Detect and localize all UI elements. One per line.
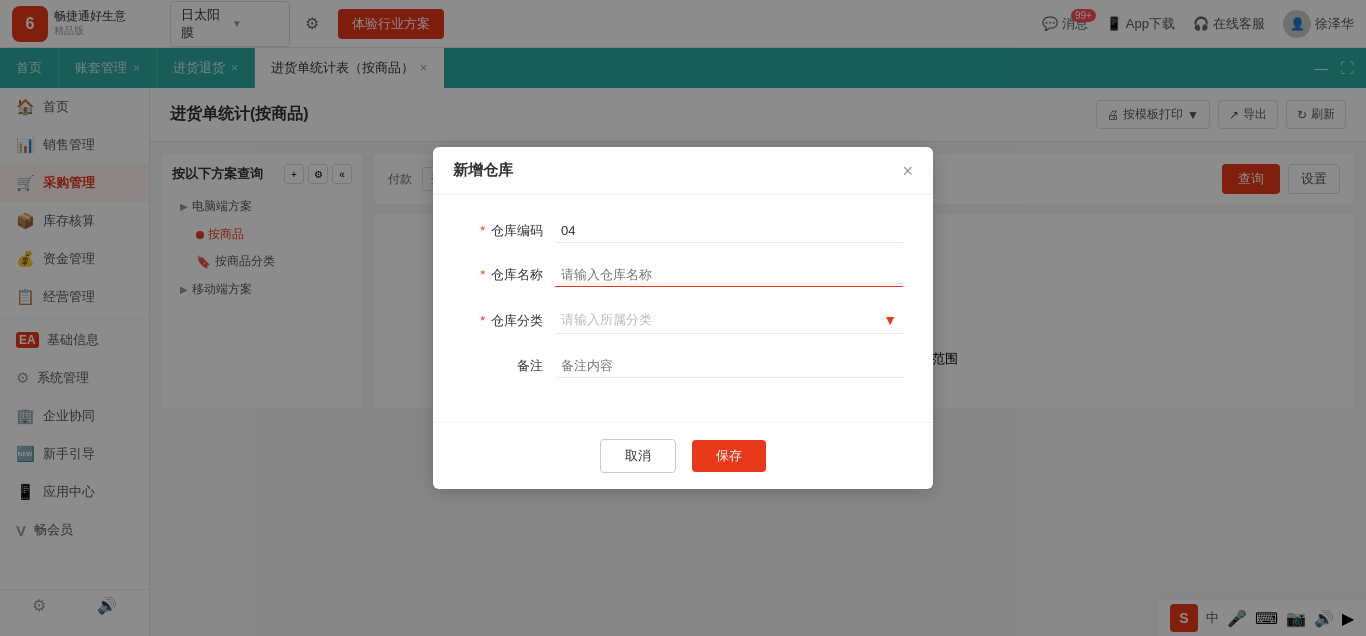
remark-input[interactable]	[555, 354, 903, 378]
modal-overlay[interactable]: 新增仓库 × * 仓库编码 * 仓库名称	[0, 0, 1366, 636]
category-select[interactable]: 请输入所属分类 ▼	[555, 307, 903, 334]
remark-label: 备注	[463, 357, 543, 375]
dialog-close-button[interactable]: ×	[902, 162, 913, 180]
form-row-name: * 仓库名称	[463, 263, 903, 287]
cancel-button[interactable]: 取消	[600, 439, 676, 473]
code-label: * 仓库编码	[463, 222, 543, 240]
name-label: * 仓库名称	[463, 266, 543, 284]
dialog-header: 新增仓库 ×	[433, 147, 933, 195]
dialog-footer: 取消 保存	[433, 422, 933, 489]
form-row-code: * 仓库编码	[463, 219, 903, 243]
dialog-body: * 仓库编码 * 仓库名称 * 仓库分类	[433, 195, 933, 422]
form-row-category: * 仓库分类 请输入所属分类 ▼	[463, 307, 903, 334]
name-input[interactable]	[555, 263, 903, 287]
form-row-remark: 备注	[463, 354, 903, 378]
category-placeholder: 请输入所属分类	[561, 311, 652, 329]
save-button[interactable]: 保存	[692, 440, 766, 472]
code-input[interactable]	[555, 219, 903, 243]
dialog-new-warehouse: 新增仓库 × * 仓库编码 * 仓库名称	[433, 147, 933, 489]
category-label: * 仓库分类	[463, 312, 543, 330]
dialog-title: 新增仓库	[453, 161, 513, 180]
category-dropdown-icon: ▼	[883, 312, 897, 328]
